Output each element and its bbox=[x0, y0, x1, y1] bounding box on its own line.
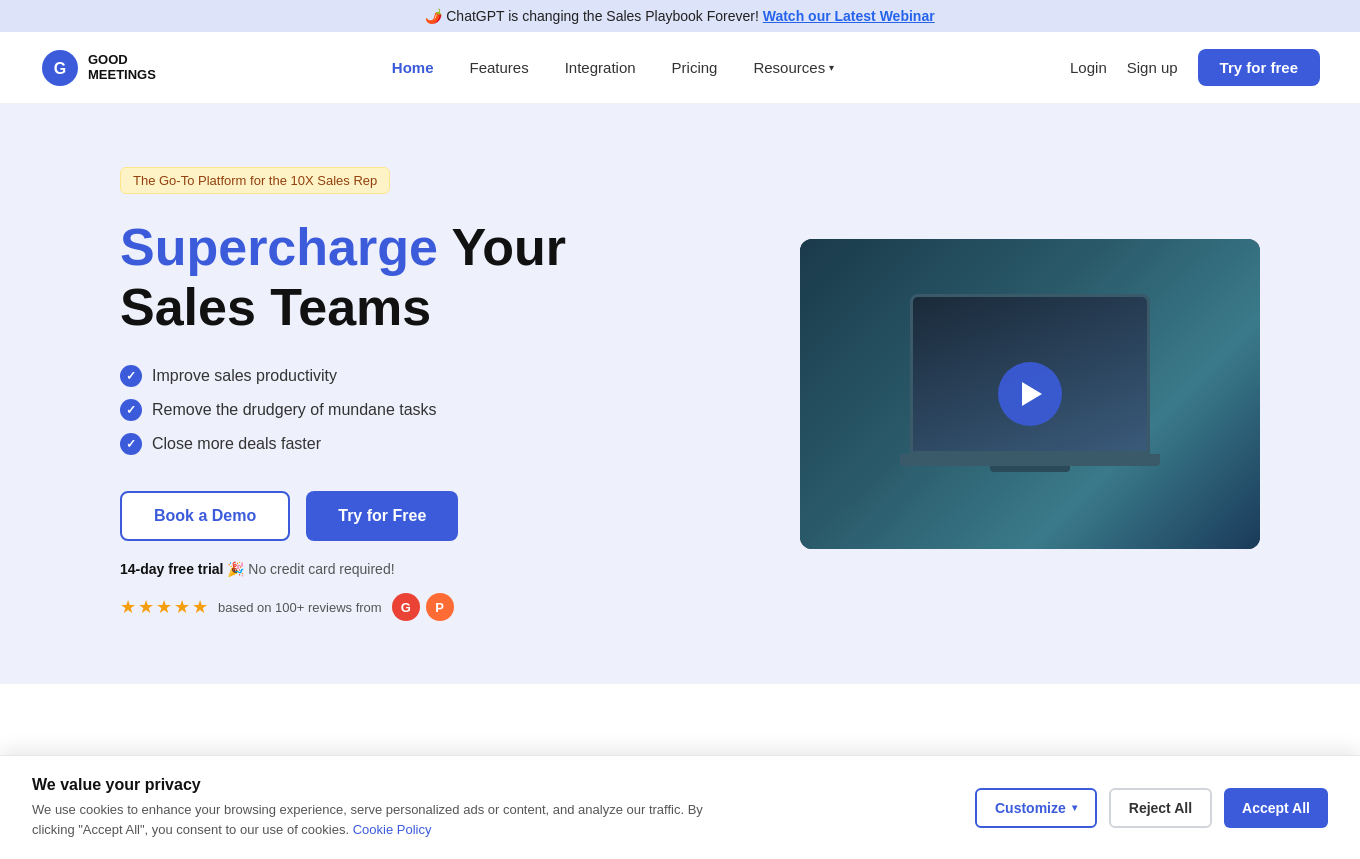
logo[interactable]: G GOOD MEETINGS bbox=[40, 48, 156, 88]
hero-trial-text: 14-day free trial 🎉 No credit card requi… bbox=[120, 561, 566, 577]
feature-item-1: Improve sales productivity bbox=[120, 365, 566, 387]
chevron-down-icon: ▾ bbox=[829, 62, 834, 73]
play-triangle-icon bbox=[1022, 382, 1042, 406]
check-icon-2 bbox=[120, 399, 142, 421]
feature-text-2: Remove the drudgery of mundane tasks bbox=[152, 401, 437, 419]
laptop-stand bbox=[990, 466, 1070, 472]
feature-item-2: Remove the drudgery of mundane tasks bbox=[120, 399, 566, 421]
star-1: ★ bbox=[120, 596, 136, 618]
book-demo-button[interactable]: Book a Demo bbox=[120, 491, 290, 541]
nav-right: Login Sign up Try for free bbox=[1070, 49, 1320, 86]
star-5: ★ bbox=[192, 596, 208, 618]
banner-link[interactable]: Watch our Latest Webinar bbox=[763, 8, 935, 24]
hero-section: The Go-To Platform for the 10X Sales Rep… bbox=[0, 104, 1360, 684]
nav-item-pricing[interactable]: Pricing bbox=[672, 59, 718, 77]
feature-text-1: Improve sales productivity bbox=[152, 367, 337, 385]
hero-badge: The Go-To Platform for the 10X Sales Rep bbox=[120, 167, 390, 194]
logo-icon: G bbox=[40, 48, 80, 88]
star-3: ★ bbox=[156, 596, 172, 618]
check-icon-3 bbox=[120, 433, 142, 455]
nav-link-features[interactable]: Features bbox=[469, 59, 528, 76]
review-badges: G P bbox=[392, 593, 454, 621]
hero-reviews: ★ ★ ★ ★ ★ based on 100+ reviews from G P bbox=[120, 593, 566, 621]
banner-text: 🌶️ ChatGPT is changing the Sales Playboo… bbox=[425, 8, 758, 24]
nav-item-home[interactable]: Home bbox=[392, 59, 434, 77]
nav-try-free-button[interactable]: Try for free bbox=[1198, 49, 1320, 86]
nav-item-features[interactable]: Features bbox=[469, 59, 528, 77]
star-rating: ★ ★ ★ ★ ★ bbox=[120, 596, 208, 618]
logo-text-good: GOOD bbox=[88, 53, 156, 67]
nav-link-integration[interactable]: Integration bbox=[565, 59, 636, 76]
star-2: ★ bbox=[138, 596, 154, 618]
nav-link-home[interactable]: Home bbox=[392, 59, 434, 76]
hero-title-highlight: Supercharge bbox=[120, 218, 438, 276]
nav-links: Home Features Integration Pricing Resour… bbox=[392, 59, 834, 77]
nav-item-resources[interactable]: Resources ▾ bbox=[753, 59, 834, 76]
hero-title: Supercharge YourSales Teams bbox=[120, 218, 566, 338]
g2-badge: G bbox=[392, 593, 420, 621]
nav-link-pricing[interactable]: Pricing bbox=[672, 59, 718, 76]
logo-text-meetings: MEETINGS bbox=[88, 68, 156, 82]
try-free-hero-button[interactable]: Try for Free bbox=[306, 491, 458, 541]
reviews-text: based on 100+ reviews from bbox=[218, 600, 382, 615]
svg-text:G: G bbox=[54, 60, 66, 77]
play-button[interactable] bbox=[998, 362, 1062, 426]
video-thumbnail[interactable] bbox=[800, 239, 1260, 549]
hero-right bbox=[800, 239, 1260, 549]
nav-link-resources[interactable]: Resources ▾ bbox=[753, 59, 834, 76]
feature-item-3: Close more deals faster bbox=[120, 433, 566, 455]
hero-features-list: Improve sales productivity Remove the dr… bbox=[120, 365, 566, 455]
feature-text-3: Close more deals faster bbox=[152, 435, 321, 453]
hero-buttons: Book a Demo Try for Free bbox=[120, 491, 566, 541]
navbar: G GOOD MEETINGS Home Features Integratio… bbox=[0, 32, 1360, 104]
signup-button[interactable]: Sign up bbox=[1127, 59, 1178, 76]
nav-item-integration[interactable]: Integration bbox=[565, 59, 636, 77]
check-icon-1 bbox=[120, 365, 142, 387]
login-button[interactable]: Login bbox=[1070, 59, 1107, 76]
laptop-base bbox=[900, 454, 1160, 466]
hero-left: The Go-To Platform for the 10X Sales Rep… bbox=[120, 167, 566, 622]
producthunt-badge: P bbox=[426, 593, 454, 621]
no-card-text: No credit card required! bbox=[248, 561, 394, 577]
top-banner: 🌶️ ChatGPT is changing the Sales Playboo… bbox=[0, 0, 1360, 32]
star-4: ★ bbox=[174, 596, 190, 618]
video-background bbox=[800, 239, 1260, 549]
